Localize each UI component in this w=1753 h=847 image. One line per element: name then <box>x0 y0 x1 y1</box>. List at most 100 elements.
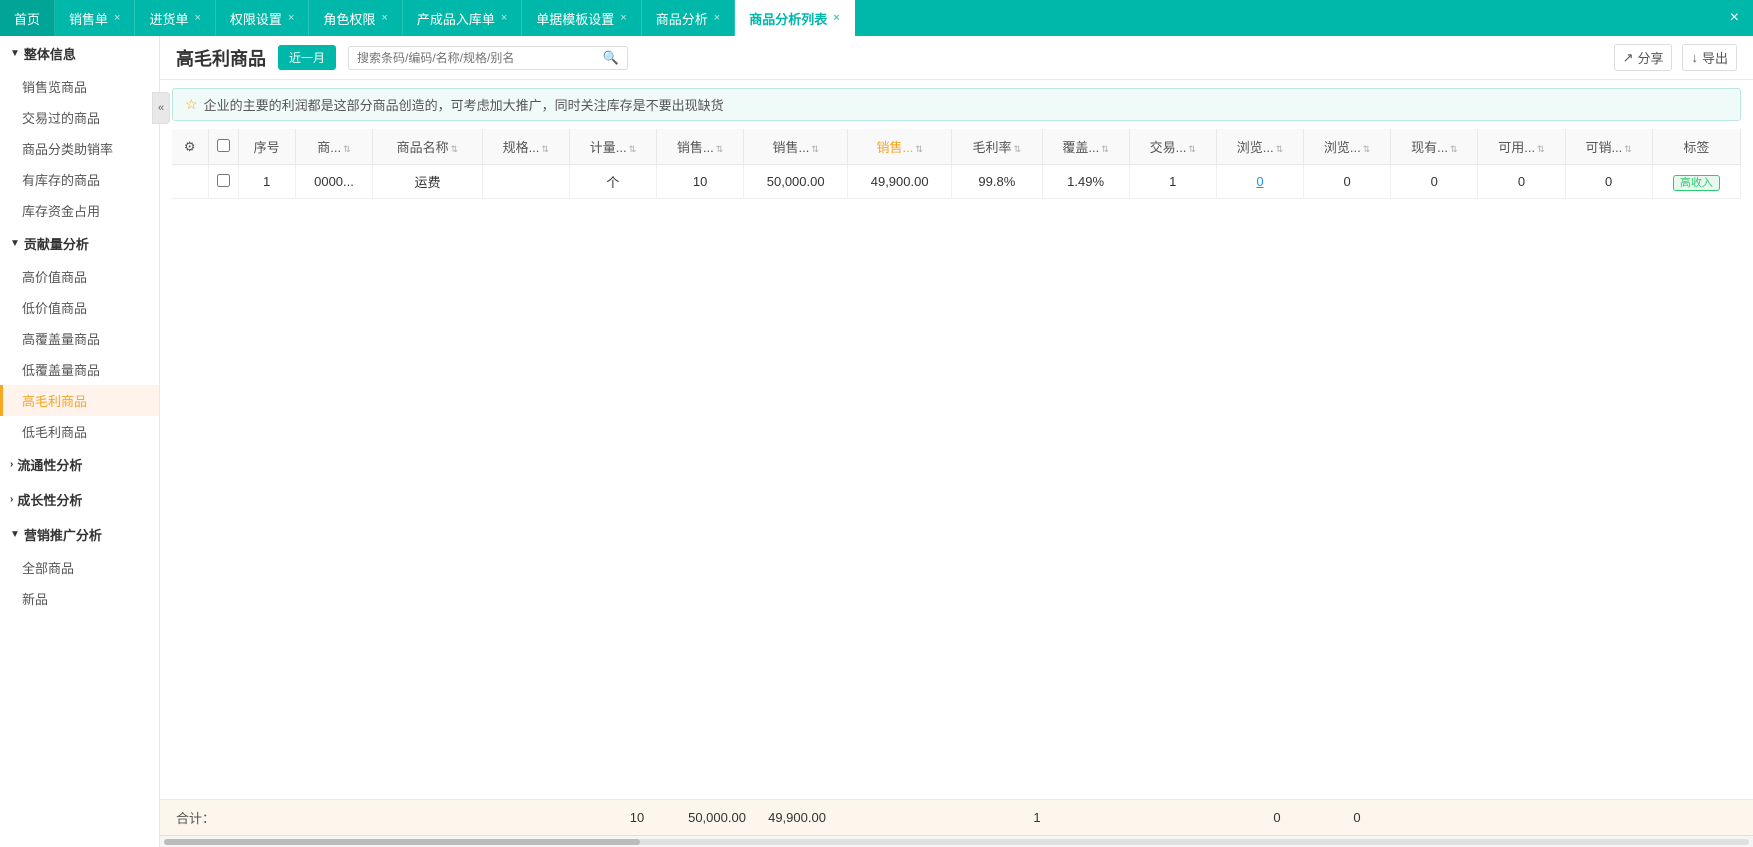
footer-bar: 合计： 10 50,000.00 49,900.00 1 0 0 <box>160 799 1753 835</box>
nav-close-all[interactable]: × <box>1716 9 1753 27</box>
cell-sku: 0000... <box>295 165 372 199</box>
nav-close-purchase[interactable]: × <box>194 12 200 24</box>
cell-available-stock: 0 <box>1478 165 1565 199</box>
sidebar-item-new-products[interactable]: 新品 <box>0 583 159 614</box>
arrow-icon-liquidity: › <box>10 459 13 470</box>
cell-spec <box>482 165 569 199</box>
nav-item-template[interactable]: 单据模板设置 × <box>522 0 641 36</box>
nav-close-template[interactable]: × <box>620 12 626 24</box>
nav-label-warehouse: 产成品入库单 <box>417 9 495 28</box>
sidebar-item-stock-capital[interactable]: 库存资金占用 <box>0 195 159 226</box>
cell-view2: 0 <box>1304 165 1391 199</box>
export-icon: ↓ <box>1691 50 1698 65</box>
sidebar-item-label-sales-overview: 销售览商品 <box>22 80 87 95</box>
cell-coverage: 1.49% <box>1042 165 1129 199</box>
cell-view1[interactable]: 0 <box>1216 165 1303 199</box>
nav-close-warehouse[interactable]: × <box>501 12 507 24</box>
nav-close-permission[interactable]: × <box>288 12 294 24</box>
nav-item-product-analysis[interactable]: 商品分析 × <box>642 0 735 36</box>
nav-item-analysis-list[interactable]: 商品分析列表 × <box>735 0 854 36</box>
sidebar-group-overall-label: 整体信息 <box>24 44 76 63</box>
sidebar-collapse-btn[interactable]: « <box>152 92 170 124</box>
product-table: ⚙ 序号 商...⇅ 商品名称⇅ 规格...⇅ 计量...⇅ 销售...⇅ 销售… <box>172 129 1741 199</box>
sidebar-item-label-high-coverage: 高覆盖量商品 <box>22 332 100 347</box>
sidebar-item-sales-overview[interactable]: 销售览商品 <box>0 71 159 102</box>
sidebar-item-high-coverage[interactable]: 高覆盖量商品 <box>0 323 159 354</box>
sidebar-group-overall[interactable]: ▼ 整体信息 <box>0 36 159 71</box>
col-header-sellable[interactable]: 可销...⇅ <box>1565 129 1652 165</box>
sidebar-item-category-rate[interactable]: 商品分类助销率 <box>0 133 159 164</box>
cell-check[interactable] <box>208 165 238 199</box>
col-header-trade[interactable]: 交易...⇅ <box>1129 129 1216 165</box>
sidebar-item-low-coverage[interactable]: 低覆盖量商品 <box>0 354 159 385</box>
search-input[interactable] <box>357 51 603 65</box>
select-all-checkbox[interactable] <box>217 139 230 152</box>
nav-close-analysis-list[interactable]: × <box>833 12 839 24</box>
sidebar-item-in-stock[interactable]: 有库存的商品 <box>0 164 159 195</box>
nav-close-role[interactable]: × <box>381 12 387 24</box>
nav-close-sales[interactable]: × <box>114 12 120 24</box>
sidebar-item-label-low-coverage: 低覆盖量商品 <box>22 363 100 378</box>
search-icon[interactable]: 🔍 <box>603 50 619 66</box>
col-header-settings[interactable]: ⚙ <box>172 129 208 165</box>
footer-label: 合计： <box>176 808 215 827</box>
nav-item-warehouse[interactable]: 产成品入库单 × <box>403 0 522 36</box>
col-header-view1[interactable]: 浏览...⇅ <box>1216 129 1303 165</box>
share-button[interactable]: ↗ 分享 <box>1614 44 1673 71</box>
row-checkbox[interactable] <box>217 174 230 187</box>
cell-settings <box>172 165 208 199</box>
scroll-track[interactable] <box>164 839 1749 845</box>
table-header-row: ⚙ 序号 商...⇅ 商品名称⇅ 规格...⇅ 计量...⇅ 销售...⇅ 销售… <box>172 129 1741 165</box>
nav-item-purchase[interactable]: 进货单 × <box>135 0 215 36</box>
nav-close-product-analysis[interactable]: × <box>714 12 720 24</box>
scroll-thumb[interactable] <box>164 839 640 845</box>
sidebar-item-traded[interactable]: 交易过的商品 <box>0 102 159 133</box>
col-header-coverage[interactable]: 覆盖...⇅ <box>1042 129 1129 165</box>
cell-sellable: 0 <box>1565 165 1652 199</box>
col-header-spec[interactable]: 规格...⇅ <box>482 129 569 165</box>
cell-name: 运费 <box>373 165 482 199</box>
col-header-sales-qty[interactable]: 销售...⇅ <box>657 129 744 165</box>
footer-cell-trade: 1 <box>997 810 1077 825</box>
cell-sales-amount: 50,000.00 <box>744 165 848 199</box>
nav-label-analysis-list: 商品分析列表 <box>749 9 827 28</box>
sidebar-item-label-new-products: 新品 <box>22 592 48 607</box>
filter-recent-month-btn[interactable]: 近一月 <box>278 45 336 70</box>
col-header-sales-profit[interactable]: 销售...⇅ <box>848 129 952 165</box>
col-header-unit[interactable]: 计量...⇅ <box>569 129 656 165</box>
col-header-sku[interactable]: 商...⇅ <box>295 129 372 165</box>
col-header-current-stock[interactable]: 现有...⇅ <box>1391 129 1478 165</box>
tip-icon: ☆ <box>185 96 198 113</box>
footer-cell-spec <box>487 810 547 825</box>
col-header-check[interactable] <box>208 129 238 165</box>
content-area: 高毛利商品 近一月 🔍 ↗ 分享 ↓ 导出 ☆ 企业的主要的利润都是这部分商品创… <box>160 36 1753 847</box>
cell-trade: 1 <box>1129 165 1216 199</box>
sidebar-item-label-low-value: 低价值商品 <box>22 301 87 316</box>
nav-item-home[interactable]: 首页 <box>0 0 55 36</box>
export-button[interactable]: ↓ 导出 <box>1682 44 1737 71</box>
sidebar-group-contribution[interactable]: ▼ 贡献量分析 <box>0 226 159 261</box>
col-header-gross-margin[interactable]: 毛利率⇅ <box>952 129 1042 165</box>
sidebar-item-low-value[interactable]: 低价值商品 <box>0 292 159 323</box>
sidebar-group-growth[interactable]: › 成长性分析 <box>0 482 159 517</box>
table-body: 1 0000... 运费 个 10 50,000.00 49,900.00 99… <box>172 165 1741 199</box>
sidebar-group-liquidity[interactable]: › 流通性分析 <box>0 447 159 482</box>
sidebar-item-all-products[interactable]: 全部商品 <box>0 552 159 583</box>
export-label: 导出 <box>1702 48 1728 67</box>
footer-cells: 10 50,000.00 49,900.00 1 0 0 <box>235 810 1737 825</box>
sidebar-item-low-margin[interactable]: 低毛利商品 <box>0 416 159 447</box>
footer-cell-gross-margin <box>837 810 917 825</box>
nav-label-home: 首页 <box>14 9 40 28</box>
col-header-available-stock[interactable]: 可用...⇅ <box>1478 129 1565 165</box>
sidebar-item-high-margin[interactable]: 高毛利商品 <box>0 385 159 416</box>
nav-item-sales[interactable]: 销售单 × <box>55 0 135 36</box>
col-header-sales-amount[interactable]: 销售...⇅ <box>744 129 848 165</box>
nav-item-role[interactable]: 角色权限 × <box>309 0 402 36</box>
col-header-view2[interactable]: 浏览...⇅ <box>1304 129 1391 165</box>
nav-item-permission[interactable]: 权限设置 × <box>216 0 309 36</box>
col-header-name[interactable]: 商品名称⇅ <box>373 129 482 165</box>
sidebar-item-high-value[interactable]: 高价值商品 <box>0 261 159 292</box>
nav-label-purchase: 进货单 <box>149 9 188 28</box>
sidebar-group-marketing[interactable]: ▼ 营销推广分析 <box>0 517 159 552</box>
arrow-icon-contribution: ▼ <box>10 238 20 249</box>
